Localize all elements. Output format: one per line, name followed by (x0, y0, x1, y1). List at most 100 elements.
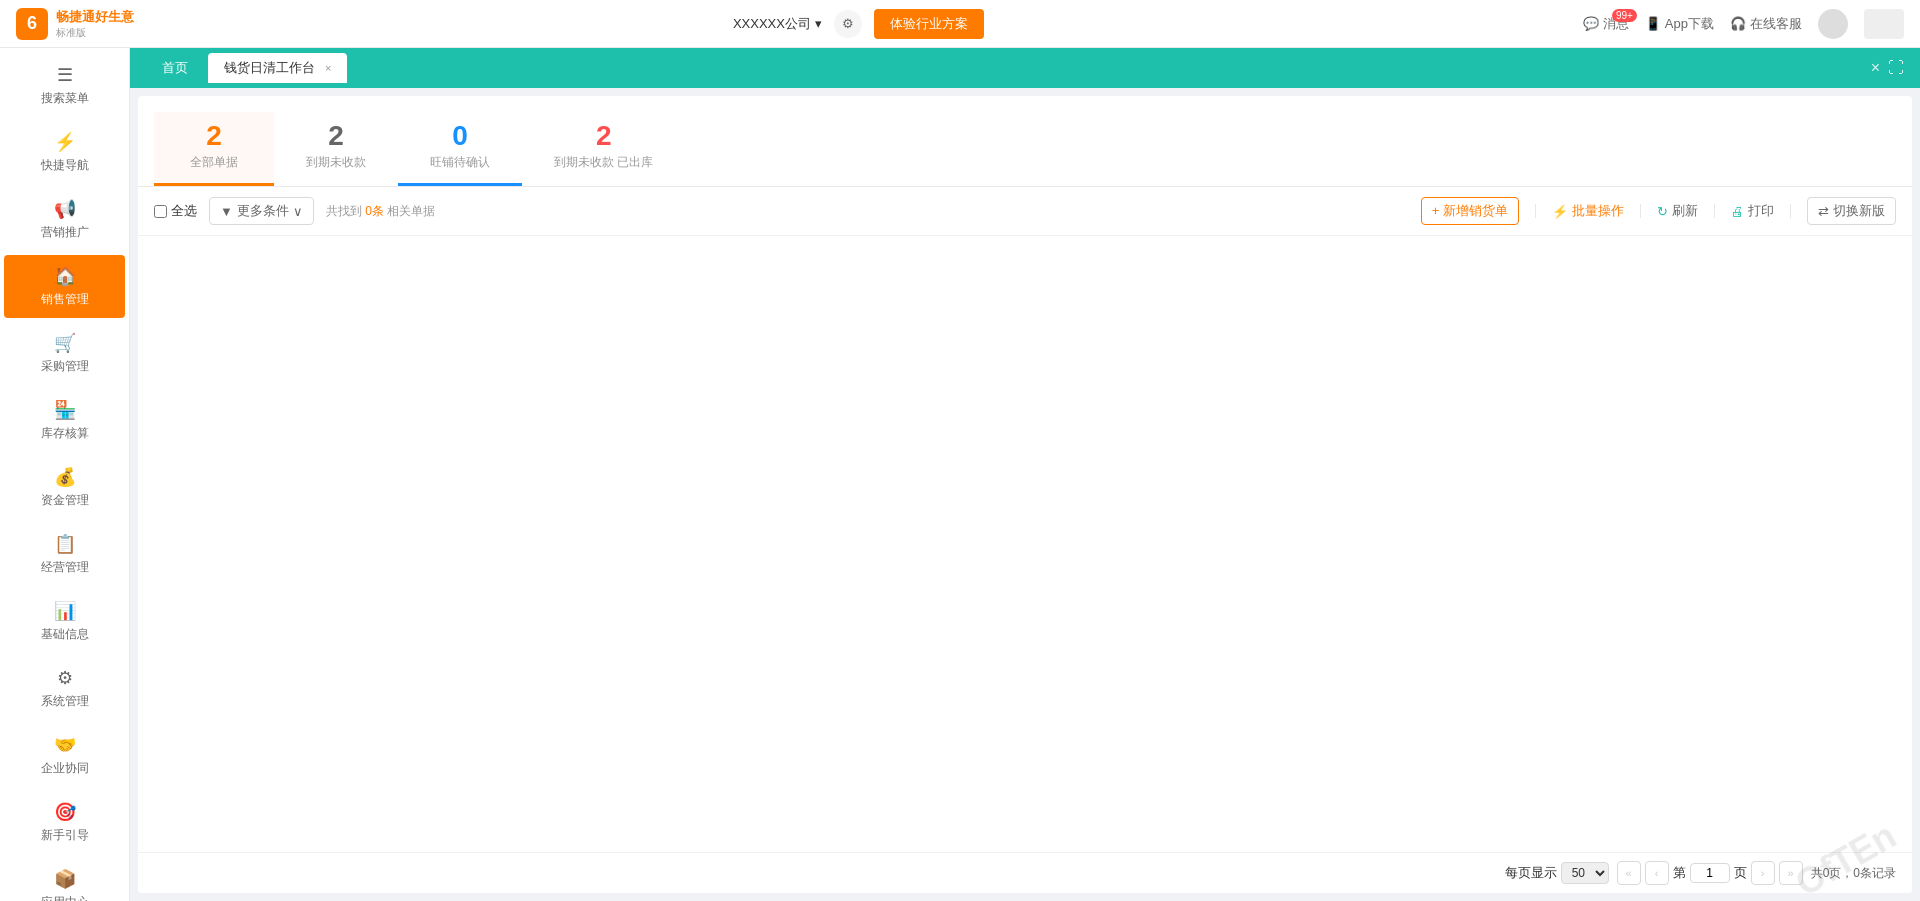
found-prefix: 共找到 (326, 204, 362, 218)
batch-icon: ⚡ (1552, 204, 1568, 219)
divider4 (1790, 204, 1791, 218)
inventory-icon: 🏪 (54, 399, 76, 421)
page-total: 共0页，0条记录 (1811, 865, 1896, 882)
quick-nav-icon: ⚡ (54, 131, 76, 153)
sidebar-label-guide: 新手引导 (41, 827, 89, 844)
sidebar-item-system[interactable]: ⚙ 系统管理 (4, 657, 125, 720)
chevron-down-icon: ▾ (815, 16, 822, 31)
batch-operation-btn[interactable]: ⚡ 批量操作 (1552, 202, 1624, 220)
service-icon: 🎧 (1730, 16, 1746, 31)
sidebar-label-sales: 销售管理 (41, 291, 89, 308)
page-suffix: 页 (1734, 864, 1747, 882)
settings-button[interactable]: ⚙ (834, 10, 862, 38)
sidebar-item-finance[interactable]: 💰 资金管理 (4, 456, 125, 519)
stat-tab-pending[interactable]: 0 旺铺待确认 (398, 112, 522, 186)
app-subtitle: 标准版 (56, 26, 134, 40)
sidebar-item-app-center[interactable]: 📦 应用中心 (4, 858, 125, 901)
sidebar-label-purchase: 采购管理 (41, 358, 89, 375)
tab-home[interactable]: 首页 (146, 53, 204, 83)
page-label: 第 (1673, 864, 1686, 882)
stat-label-shipped: 到期未收款 已出库 (554, 154, 653, 171)
avatar-2[interactable] (1864, 9, 1904, 39)
sidebar-item-inventory[interactable]: 🏪 库存核算 (4, 389, 125, 452)
app-download-label: App下载 (1665, 15, 1714, 33)
sidebar-label-app-center: 应用中心 (41, 894, 89, 901)
guide-icon: 🎯 (54, 801, 76, 823)
sidebar-item-basic-info[interactable]: 📊 基础信息 (4, 590, 125, 653)
select-all-checkbox[interactable] (154, 205, 167, 218)
stat-label-all: 全部单据 (190, 154, 238, 171)
tab-home-label: 首页 (162, 60, 188, 75)
page-size-select: 每页显示 50 (1505, 862, 1609, 884)
stat-num-pending: 0 (452, 120, 468, 152)
sidebar-label-search: 搜索菜单 (41, 90, 89, 107)
stat-num-all: 2 (206, 120, 222, 152)
last-page-btn[interactable]: » (1779, 861, 1803, 885)
avatar[interactable] (1818, 9, 1848, 39)
message-icon: 💬 (1583, 16, 1599, 31)
filter-label: 更多条件 (237, 202, 289, 220)
tab-close-icon[interactable]: × (325, 62, 331, 74)
prev-page-btn[interactable]: ‹ (1645, 861, 1669, 885)
system-icon: ⚙ (57, 667, 73, 689)
refresh-btn[interactable]: ↻ 刷新 (1657, 202, 1698, 220)
content-area: 首页 钱货日清工作台 × × ⛶ 2 全部单据 2 到期未收款 (130, 48, 1920, 901)
print-btn[interactable]: 🖨 打印 (1731, 202, 1774, 220)
stat-tab-overdue[interactable]: 2 到期未收款 (274, 112, 398, 186)
main-layout: ☰ 搜索菜单 ⚡ 快捷导航 📢 营销推广 🏠 销售管理 🛒 采购管理 🏪 库存核… (0, 48, 1920, 901)
switch-version-btn[interactable]: ⇄ 切换新版 (1807, 197, 1896, 225)
sidebar-item-operations[interactable]: 📋 经营管理 (4, 523, 125, 586)
app-download-action[interactable]: 📱 App下载 (1645, 15, 1714, 33)
switch-label: 切换新版 (1833, 202, 1885, 220)
stat-label-overdue: 到期未收款 (306, 154, 366, 171)
header-center: XXXXXX公司 ▾ ⚙ 体验行业方案 (733, 9, 984, 39)
industry-btn[interactable]: 体验行业方案 (874, 9, 984, 39)
finance-icon: 💰 (54, 466, 76, 488)
header-right: 💬 消息 99+ 📱 App下载 🎧 在线客服 (1583, 9, 1904, 39)
sidebar-item-search[interactable]: ☰ 搜索菜单 (4, 54, 125, 117)
sidebar-label-cooperation: 企业协同 (41, 760, 89, 777)
basic-info-icon: 📊 (54, 600, 76, 622)
operations-icon: 📋 (54, 533, 76, 555)
stat-tab-all[interactable]: 2 全部单据 (154, 112, 274, 186)
sidebar-label-finance: 资金管理 (41, 492, 89, 509)
new-sale-button[interactable]: + 新增销货单 (1421, 197, 1519, 225)
message-action[interactable]: 💬 消息 99+ (1583, 15, 1629, 33)
page-nav: « ‹ 第 页 › » (1617, 861, 1803, 885)
sidebar-label-quick-nav: 快捷导航 (41, 157, 89, 174)
sales-icon: 🏠 (54, 265, 76, 287)
next-page-btn[interactable]: › (1751, 861, 1775, 885)
filter-button[interactable]: ▼ 更多条件 ∨ (209, 197, 314, 225)
select-all-label: 全选 (171, 202, 197, 220)
maximize-icon[interactable]: ⛶ (1888, 59, 1904, 77)
sidebar-item-guide[interactable]: 🎯 新手引导 (4, 791, 125, 854)
sidebar-item-purchase[interactable]: 🛒 采购管理 (4, 322, 125, 385)
top-header: 6 畅捷通好生意 标准版 XXXXXX公司 ▾ ⚙ 体验行业方案 💬 消息 99… (0, 0, 1920, 48)
sidebar-item-marketing[interactable]: 📢 营销推广 (4, 188, 125, 251)
print-icon: 🖨 (1731, 204, 1744, 219)
minimize-icon[interactable]: × (1871, 59, 1880, 77)
refresh-icon: ↻ (1657, 204, 1668, 219)
sidebar-item-sales[interactable]: 🏠 销售管理 (4, 255, 125, 318)
cooperation-icon: 🤝 (54, 734, 76, 756)
per-page-dropdown[interactable]: 50 (1561, 862, 1609, 884)
sidebar-label-operations: 经营管理 (41, 559, 89, 576)
sidebar-item-quick-nav[interactable]: ⚡ 快捷导航 (4, 121, 125, 184)
tab-bar-actions: × ⛶ (1871, 59, 1904, 77)
divider3 (1714, 204, 1715, 218)
stat-tab-shipped[interactable]: 2 到期未收款 已出库 (522, 112, 685, 186)
sidebar-item-cooperation[interactable]: 🤝 企业协同 (4, 724, 125, 787)
purchase-icon: 🛒 (54, 332, 76, 354)
first-page-btn[interactable]: « (1617, 861, 1641, 885)
company-selector[interactable]: XXXXXX公司 ▾ (733, 15, 822, 33)
page-number-input[interactable] (1690, 863, 1730, 883)
message-badge: 99+ (1612, 9, 1637, 22)
sidebar-label-basic-info: 基础信息 (41, 626, 89, 643)
per-page-label: 每页显示 (1505, 864, 1557, 882)
select-all-area[interactable]: 全选 (154, 202, 197, 220)
online-service-action[interactable]: 🎧 在线客服 (1730, 15, 1802, 33)
download-icon: 📱 (1645, 16, 1661, 31)
tab-active[interactable]: 钱货日清工作台 × (208, 53, 347, 83)
toolbar: 全选 ▼ 更多条件 ∨ 共找到 0条 相关单据 + 新增销货单 ⚡ (138, 187, 1912, 236)
sidebar-label-marketing: 营销推广 (41, 224, 89, 241)
